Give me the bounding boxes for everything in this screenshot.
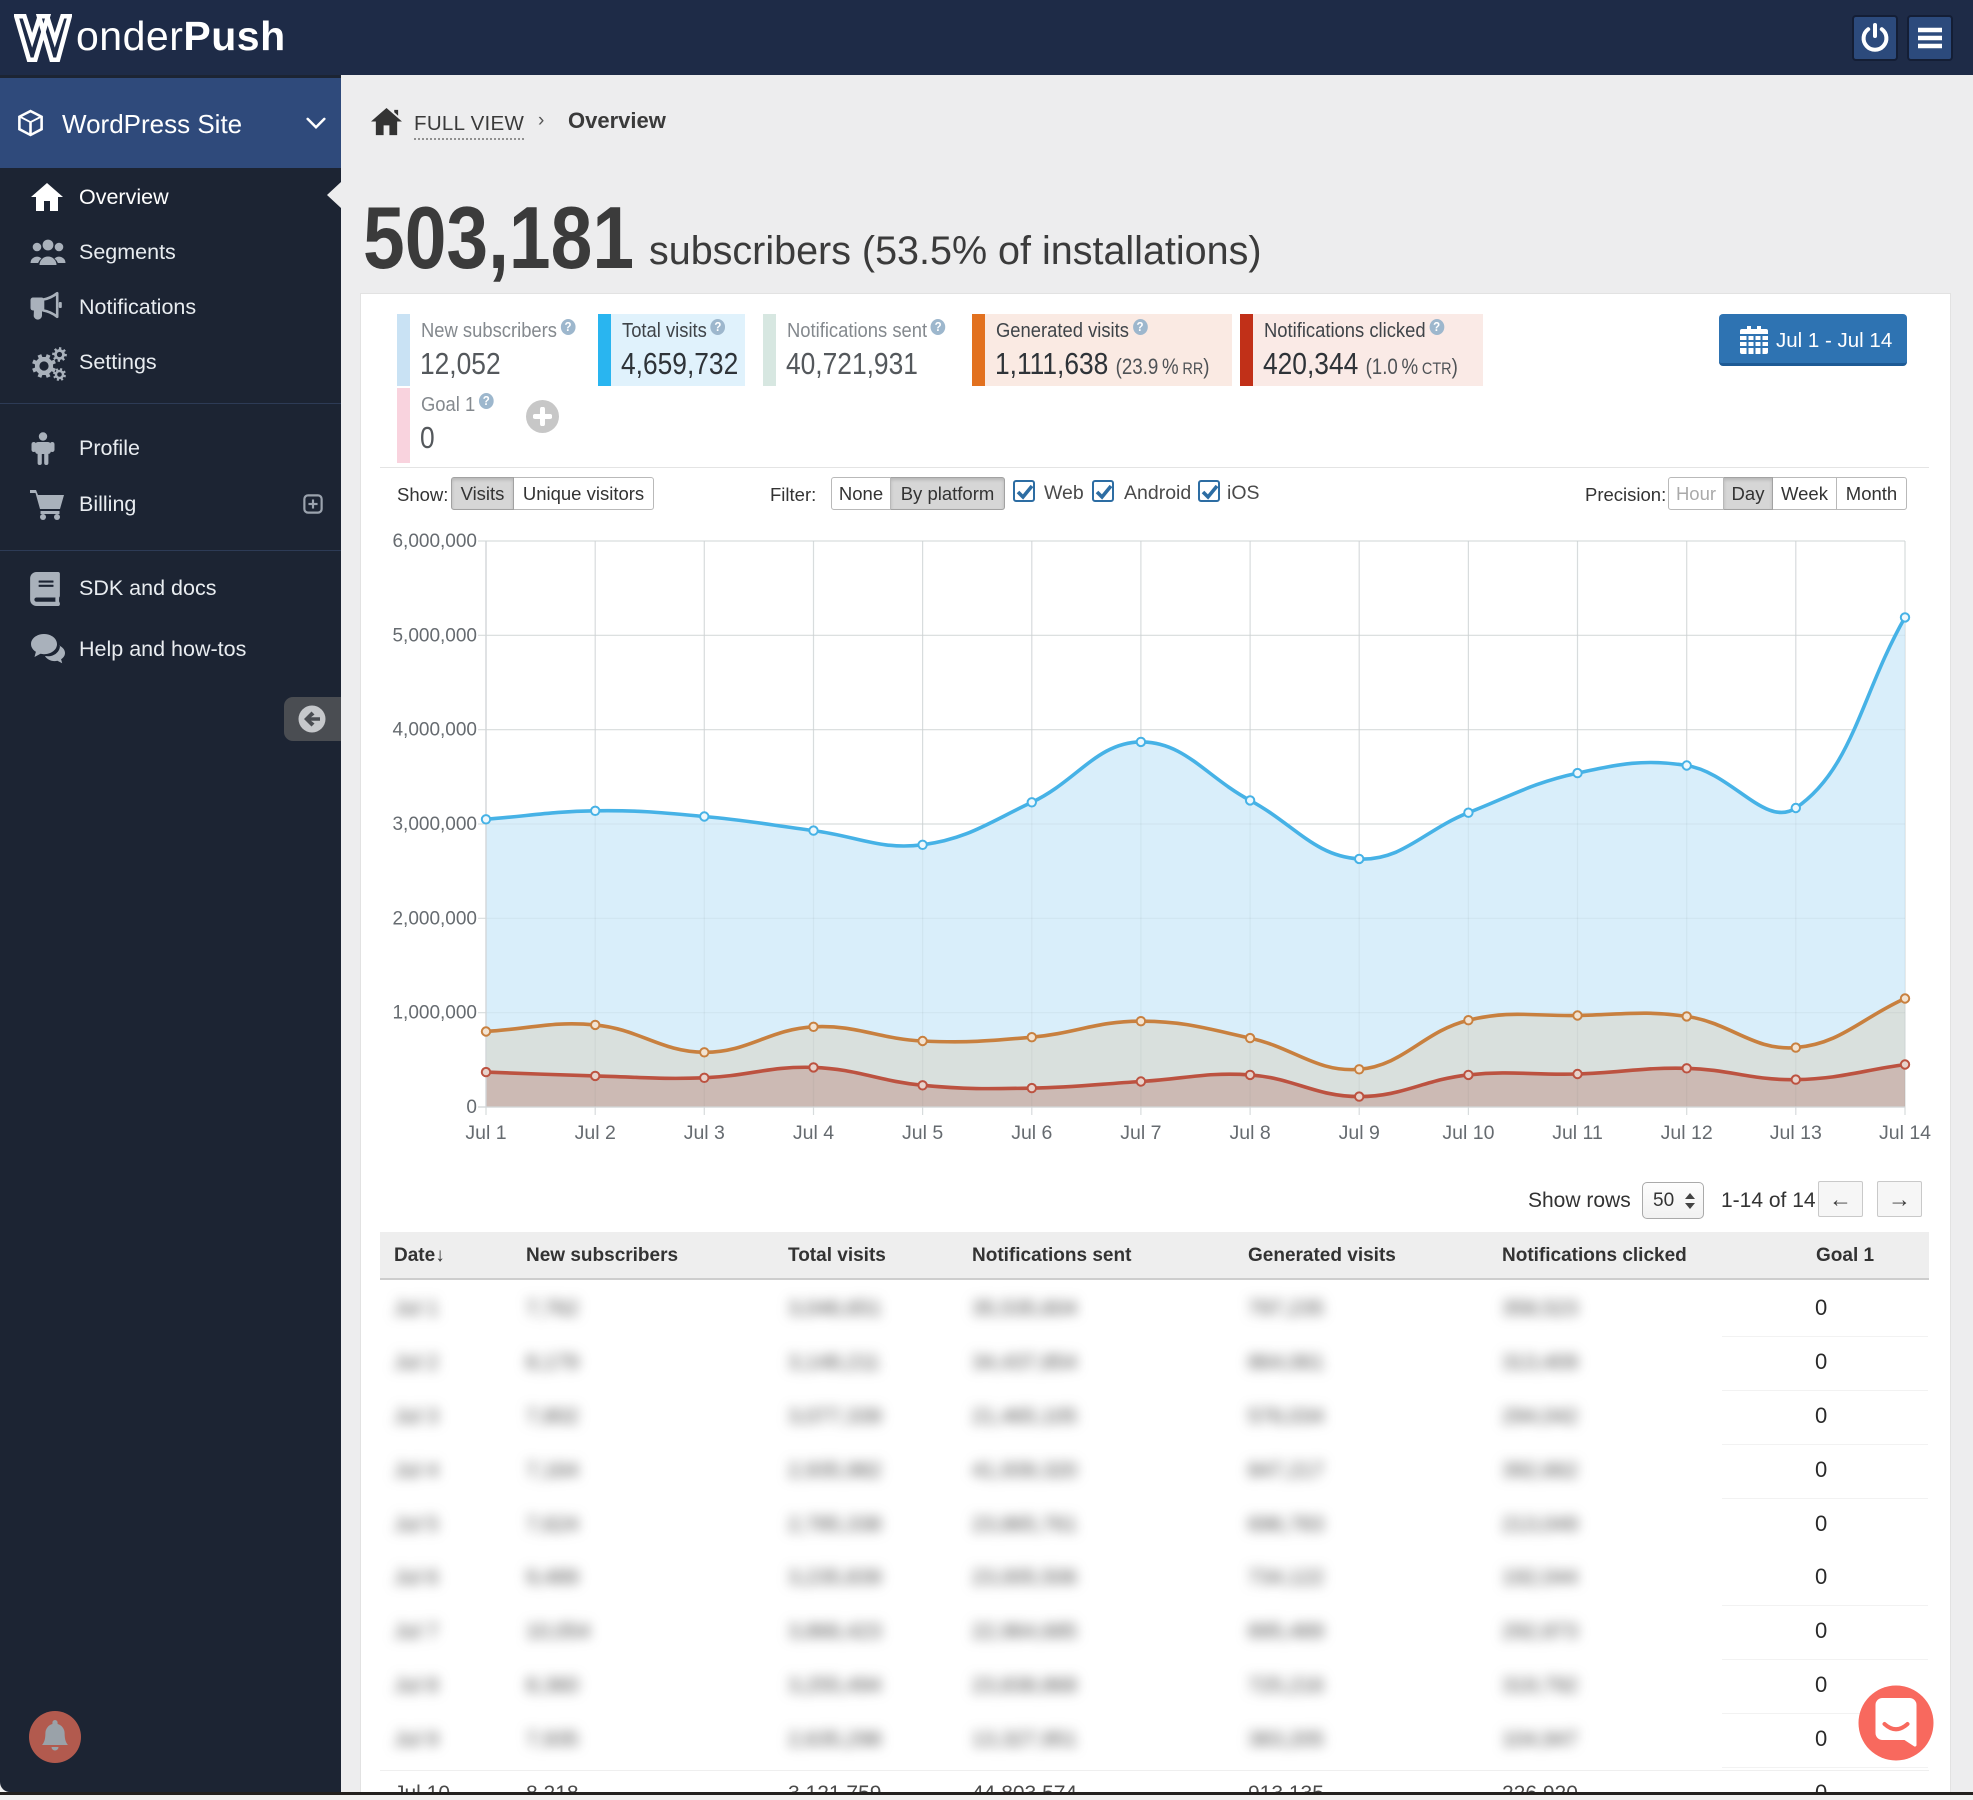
svg-text:Jul 10: Jul 10 bbox=[1442, 1122, 1494, 1144]
svg-text:Jul 13: Jul 13 bbox=[1770, 1122, 1822, 1144]
svg-text:Jul 4: Jul 4 bbox=[793, 1122, 834, 1144]
svg-text:Jul 5: Jul 5 bbox=[902, 1122, 943, 1144]
svg-text:2,000,000: 2,000,000 bbox=[392, 908, 477, 929]
svg-text:6,000,000: 6,000,000 bbox=[392, 531, 477, 552]
svg-text:1,000,000: 1,000,000 bbox=[392, 1003, 477, 1024]
svg-text:Jul 3: Jul 3 bbox=[684, 1122, 725, 1144]
svg-text:3,000,000: 3,000,000 bbox=[392, 814, 477, 835]
svg-text:Jul 8: Jul 8 bbox=[1229, 1122, 1270, 1144]
svg-text:Jul 6: Jul 6 bbox=[1011, 1122, 1052, 1144]
svg-text:Jul 7: Jul 7 bbox=[1120, 1122, 1161, 1144]
svg-text:Jul 9: Jul 9 bbox=[1339, 1122, 1380, 1144]
svg-text:Jul 1: Jul 1 bbox=[465, 1122, 506, 1144]
svg-text:Jul 14: Jul 14 bbox=[1879, 1122, 1931, 1144]
svg-text:Jul 2: Jul 2 bbox=[575, 1122, 616, 1144]
svg-text:4,000,000: 4,000,000 bbox=[392, 720, 477, 741]
svg-text:5,000,000: 5,000,000 bbox=[392, 625, 477, 646]
svg-text:Jul 11: Jul 11 bbox=[1552, 1122, 1603, 1144]
svg-text:Jul 12: Jul 12 bbox=[1661, 1122, 1713, 1144]
svg-text:0: 0 bbox=[466, 1097, 477, 1118]
